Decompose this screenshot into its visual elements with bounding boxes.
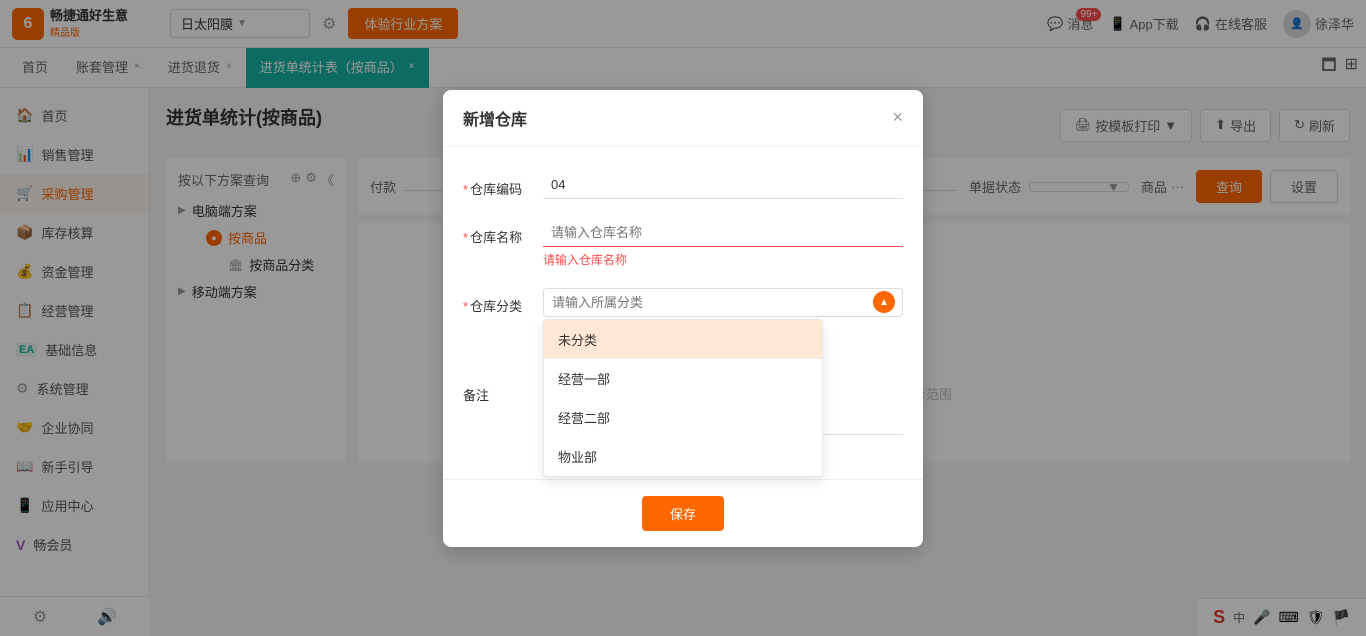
code-input[interactable] — [543, 171, 903, 199]
category-label: *仓库分类 — [463, 288, 543, 315]
category-wrapper: ▲ 未分类 经营一部 经营二部 物业部 — [543, 288, 903, 317]
chevron-up-icon[interactable]: ▲ — [873, 291, 895, 313]
dropdown-item-dept1[interactable]: 经营一部 — [544, 359, 822, 398]
add-warehouse-dialog: 新增仓库 × *仓库编码 *仓库名称 请输入仓库名称 — [443, 90, 923, 547]
category-input[interactable] — [543, 288, 903, 317]
category-row: *仓库分类 ▲ 未分类 经营一部 经营二部 物业部 — [463, 288, 903, 317]
name-error-text: 请输入仓库名称 — [543, 253, 627, 267]
dropdown-item-dept3[interactable]: 物业部 — [544, 437, 822, 476]
dialog-body: *仓库编码 *仓库名称 请输入仓库名称 *仓库分类 — [443, 147, 923, 479]
category-dropdown: 未分类 经营一部 经营二部 物业部 — [543, 319, 823, 477]
name-input[interactable] — [543, 219, 903, 247]
modal-overlay: 新增仓库 × *仓库编码 *仓库名称 请输入仓库名称 — [0, 0, 1366, 636]
code-row: *仓库编码 — [463, 171, 903, 199]
note-label: 备注 — [463, 377, 543, 404]
dialog-footer: 保存 — [443, 479, 923, 547]
name-row: *仓库名称 请输入仓库名称 — [463, 219, 903, 268]
dialog-title: 新增仓库 — [463, 106, 527, 130]
dropdown-item-uncategorized[interactable]: 未分类 — [544, 320, 822, 359]
close-icon[interactable]: × — [892, 107, 903, 128]
code-label: *仓库编码 — [463, 171, 543, 198]
save-button[interactable]: 保存 — [642, 496, 724, 531]
dialog-header: 新增仓库 × — [443, 90, 923, 147]
name-label: *仓库名称 — [463, 219, 543, 246]
dropdown-item-dept2[interactable]: 经营二部 — [544, 398, 822, 437]
